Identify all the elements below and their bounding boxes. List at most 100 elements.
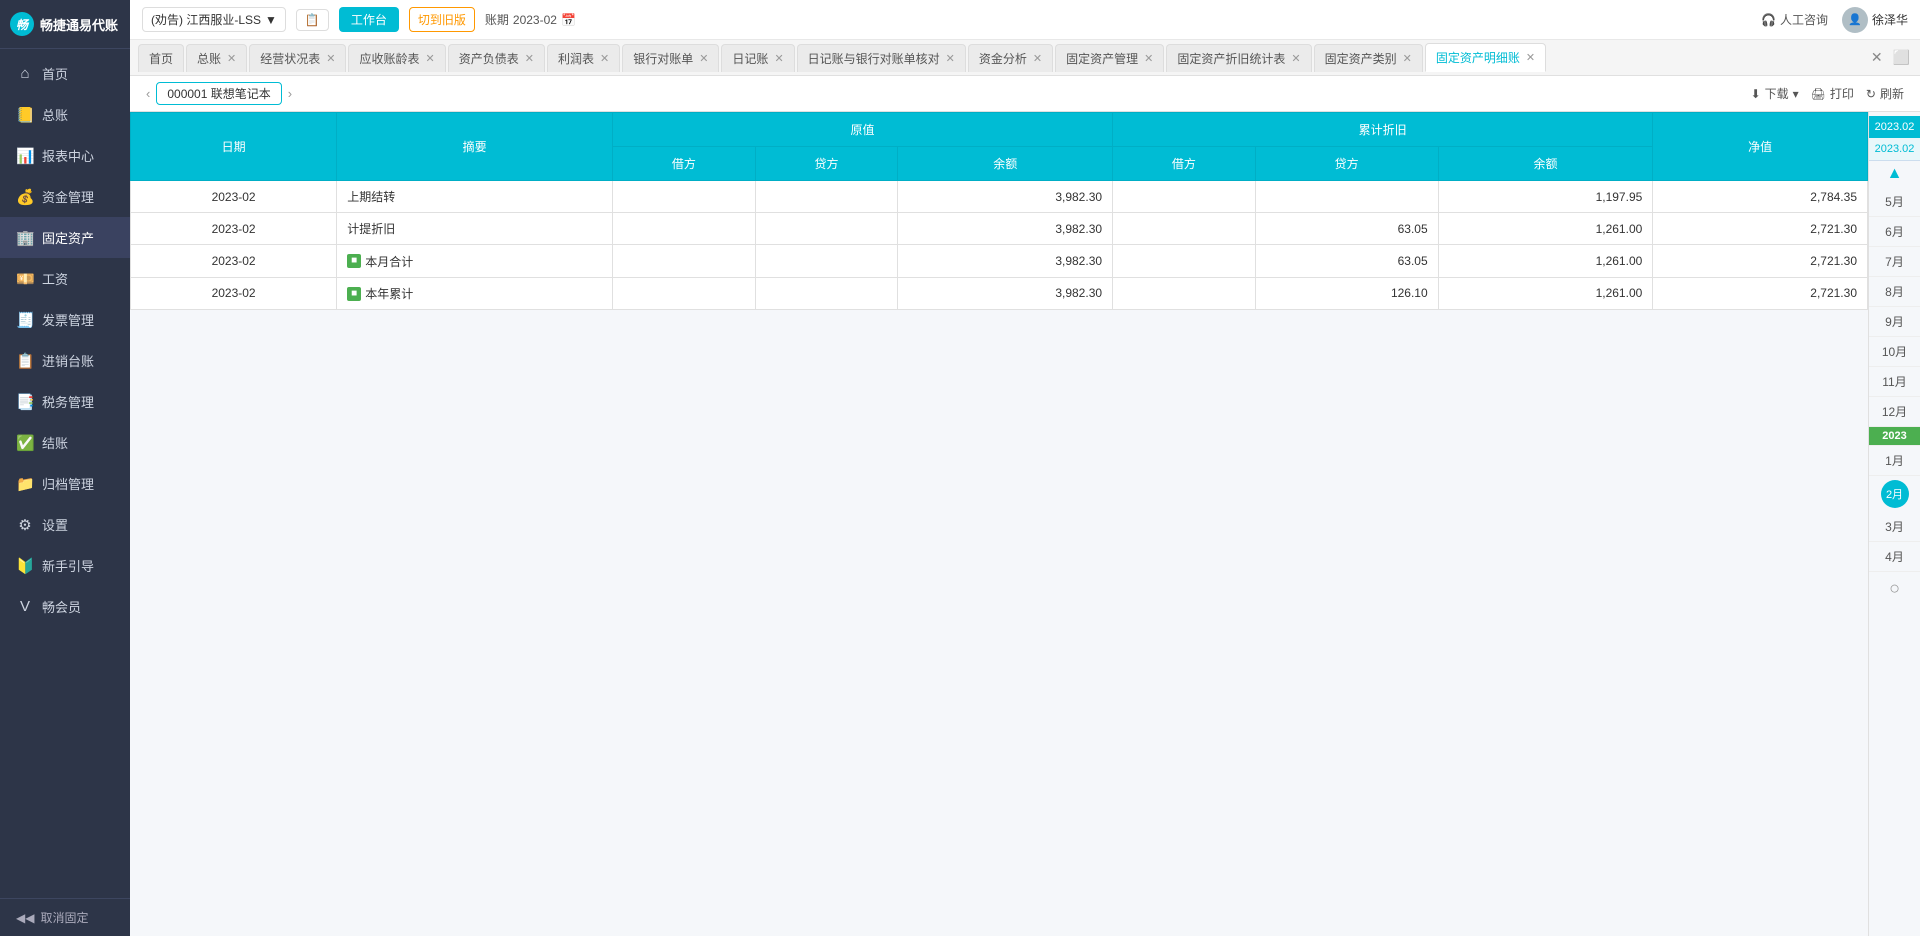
tab-journal-verify[interactable]: 日记账与银行对账单核对 ✕ <box>797 44 966 72</box>
sidebar-item-member[interactable]: V 畅会员 <box>0 586 130 627</box>
cell-orig-credit <box>755 277 898 310</box>
tab-fa-cat-close[interactable]: ✕ <box>1403 52 1412 65</box>
tab-home[interactable]: 首页 <box>138 44 184 72</box>
tab-close-all-button[interactable]: ✕ <box>1869 47 1885 68</box>
tab-profit-close[interactable]: ✕ <box>600 52 609 65</box>
date-item-9[interactable]: 9月 <box>1869 307 1920 337</box>
date-item-10[interactable]: 10月 <box>1869 337 1920 367</box>
sidebar-item-fixed-assets[interactable]: 🏢 固定资产 <box>0 217 130 258</box>
service-button[interactable]: 🎧 人工咨询 <box>1761 11 1828 28</box>
copy-button[interactable]: 📋 <box>296 9 329 31</box>
tab-balance[interactable]: 资产负债表 ✕ <box>448 44 545 72</box>
sidebar-item-label: 工资 <box>42 269 68 288</box>
pin-icon: ◀◀ <box>16 911 34 925</box>
sidebar-item-ledger[interactable]: 📒 总账 <box>0 94 130 135</box>
cell-summary: ■本月合计 <box>337 245 613 278</box>
date-panel-up[interactable]: ▲ <box>1883 161 1907 187</box>
tab-business-status[interactable]: 经营状况表 ✕ <box>249 44 346 72</box>
sidebar-item-sales-ledger[interactable]: 📋 进销台账 <box>0 340 130 381</box>
sidebar-item-settle[interactable]: ✅ 结账 <box>0 422 130 463</box>
sidebar-item-payroll[interactable]: 💴 工资 <box>0 258 130 299</box>
table-area: 日期 摘要 原值 累计折旧 净值 借方 贷方 余额 借方 贷方 余额 <box>130 112 1868 936</box>
tab-ledger[interactable]: 总账 ✕ <box>186 44 247 72</box>
sidebar-item-label: 结账 <box>42 433 68 452</box>
tab-fixed-assets-depr[interactable]: 固定资产折旧统计表 ✕ <box>1166 44 1311 72</box>
tab-bank-close[interactable]: ✕ <box>699 52 708 65</box>
tab-fa-mgmt-close[interactable]: ✕ <box>1144 52 1153 65</box>
date-item-7[interactable]: 7月 <box>1869 247 1920 277</box>
cell-accum-debit <box>1113 181 1256 213</box>
date-item-year-2023[interactable]: 2023 <box>1869 427 1920 446</box>
th-summary: 摘要 <box>337 113 613 181</box>
sidebar-item-tax[interactable]: 📑 税务管理 <box>0 381 130 422</box>
sidebar-item-archive[interactable]: 📁 归档管理 <box>0 463 130 504</box>
date-item-2-active[interactable]: 2月 <box>1881 480 1909 508</box>
date-item-5[interactable]: 5月 <box>1869 187 1920 217</box>
logo-icon: 畅 <box>10 12 34 36</box>
tab-maximize-button[interactable]: ⬜ <box>1891 47 1912 68</box>
cell-summary: 上期结转 <box>337 181 613 213</box>
th-accumulated-depr: 累计折旧 <box>1113 113 1653 147</box>
tab-ledger-close[interactable]: ✕ <box>227 52 236 65</box>
tab-journal-close[interactable]: ✕ <box>774 52 783 65</box>
asset-name: 联想笔记本 <box>211 87 271 101</box>
period-value: 2023-02 <box>513 13 557 27</box>
workbench-button[interactable]: 工作台 <box>339 7 399 32</box>
sidebar-item-invoice[interactable]: 🧾 发票管理 <box>0 299 130 340</box>
cell-date: 2023-02 <box>131 181 337 213</box>
cell-accum-credit: 63.05 <box>1255 245 1438 278</box>
download-icon: ⬇ <box>1751 87 1761 101</box>
date-item-8[interactable]: 8月 <box>1869 277 1920 307</box>
cell-accum-credit: 63.05 <box>1255 213 1438 245</box>
tab-journal-verify-close[interactable]: ✕ <box>946 52 955 65</box>
switch-version-button[interactable]: 切到旧版 <box>409 7 475 32</box>
tab-fa-depr-close[interactable]: ✕ <box>1291 52 1300 65</box>
tab-fixed-assets-mgmt[interactable]: 固定资产管理 ✕ <box>1055 44 1164 72</box>
date-item-12[interactable]: 12月 <box>1869 397 1920 427</box>
refresh-button[interactable]: ↻ 刷新 <box>1866 85 1904 102</box>
tabbar: 首页 总账 ✕ 经营状况表 ✕ 应收账龄表 ✕ 资产负债表 ✕ 利润表 ✕ 银行… <box>130 40 1920 76</box>
asset-code-tag[interactable]: 000001 联想笔记本 <box>156 82 281 105</box>
date-item-3[interactable]: 3月 <box>1869 512 1920 542</box>
sidebar-item-funds[interactable]: 💰 资金管理 <box>0 176 130 217</box>
date-item-11[interactable]: 11月 <box>1869 367 1920 397</box>
tab-fa-detail-close[interactable]: ✕ <box>1526 51 1535 64</box>
tab-fixed-assets-detail[interactable]: 固定资产明细账 ✕ <box>1425 43 1546 72</box>
user-menu[interactable]: 👤 徐泽华 <box>1842 7 1908 33</box>
date-item-4[interactable]: 4月 <box>1869 542 1920 572</box>
cell-date: 2023-02 <box>131 245 337 278</box>
next-asset-arrow[interactable]: › <box>288 86 292 101</box>
sidebar-unpin[interactable]: ◀◀ 取消固定 <box>0 898 130 936</box>
tab-funds-analysis-close[interactable]: ✕ <box>1033 52 1042 65</box>
topbar: (劝告) 江西服业-LSS ▼ 📋 工作台 切到旧版 账期 2023-02 📅 … <box>130 0 1920 40</box>
date-panel-top-2: 2023.02 <box>1869 138 1920 161</box>
date-item-6[interactable]: 6月 <box>1869 217 1920 247</box>
cell-accum-balance: 1,261.00 <box>1438 213 1653 245</box>
tab-fixed-assets-category[interactable]: 固定资产类别 ✕ <box>1314 44 1423 72</box>
download-button[interactable]: ⬇ 下载 ▾ <box>1751 85 1799 102</box>
avatar: 👤 <box>1842 7 1868 33</box>
tab-fa-detail-label: 固定资产明细账 <box>1436 49 1520 66</box>
tab-bank-statement[interactable]: 银行对账单 ✕ <box>622 44 719 72</box>
tab-balance-close[interactable]: ✕ <box>525 52 534 65</box>
company-selector[interactable]: (劝告) 江西服业-LSS ▼ <box>142 7 286 32</box>
member-icon: V <box>16 598 34 615</box>
sidebar-item-reports[interactable]: 📊 报表中心 <box>0 135 130 176</box>
print-icon: 🖨 <box>1811 87 1826 101</box>
tab-receivables[interactable]: 应收账龄表 ✕ <box>348 44 445 72</box>
prev-asset-arrow[interactable]: ‹ <box>146 86 150 101</box>
tab-business-close[interactable]: ✕ <box>326 52 335 65</box>
sidebar-nav: ⌂ 首页 📒 总账 📊 报表中心 💰 资金管理 🏢 固定资产 💴 工资 🧾 发票… <box>0 49 130 898</box>
sidebar-item-home[interactable]: ⌂ 首页 <box>0 53 130 94</box>
tab-journal[interactable]: 日记账 ✕ <box>721 44 794 72</box>
tab-receivables-close[interactable]: ✕ <box>426 52 435 65</box>
date-item-1[interactable]: 1月 <box>1869 446 1920 476</box>
user-name: 徐泽华 <box>1872 11 1908 28</box>
sidebar-item-guide[interactable]: 🔰 新手引导 <box>0 545 130 586</box>
print-button[interactable]: 🖨 打印 <box>1811 85 1854 102</box>
cell-net-value: 2,784.35 <box>1653 181 1868 213</box>
tab-profit[interactable]: 利润表 ✕ <box>547 44 620 72</box>
sidebar-item-settings[interactable]: ⚙ 设置 <box>0 504 130 545</box>
asset-navigation: ‹ 000001 联想笔记本 › <box>146 82 292 105</box>
tab-funds-analysis[interactable]: 资金分析 ✕ <box>968 44 1053 72</box>
